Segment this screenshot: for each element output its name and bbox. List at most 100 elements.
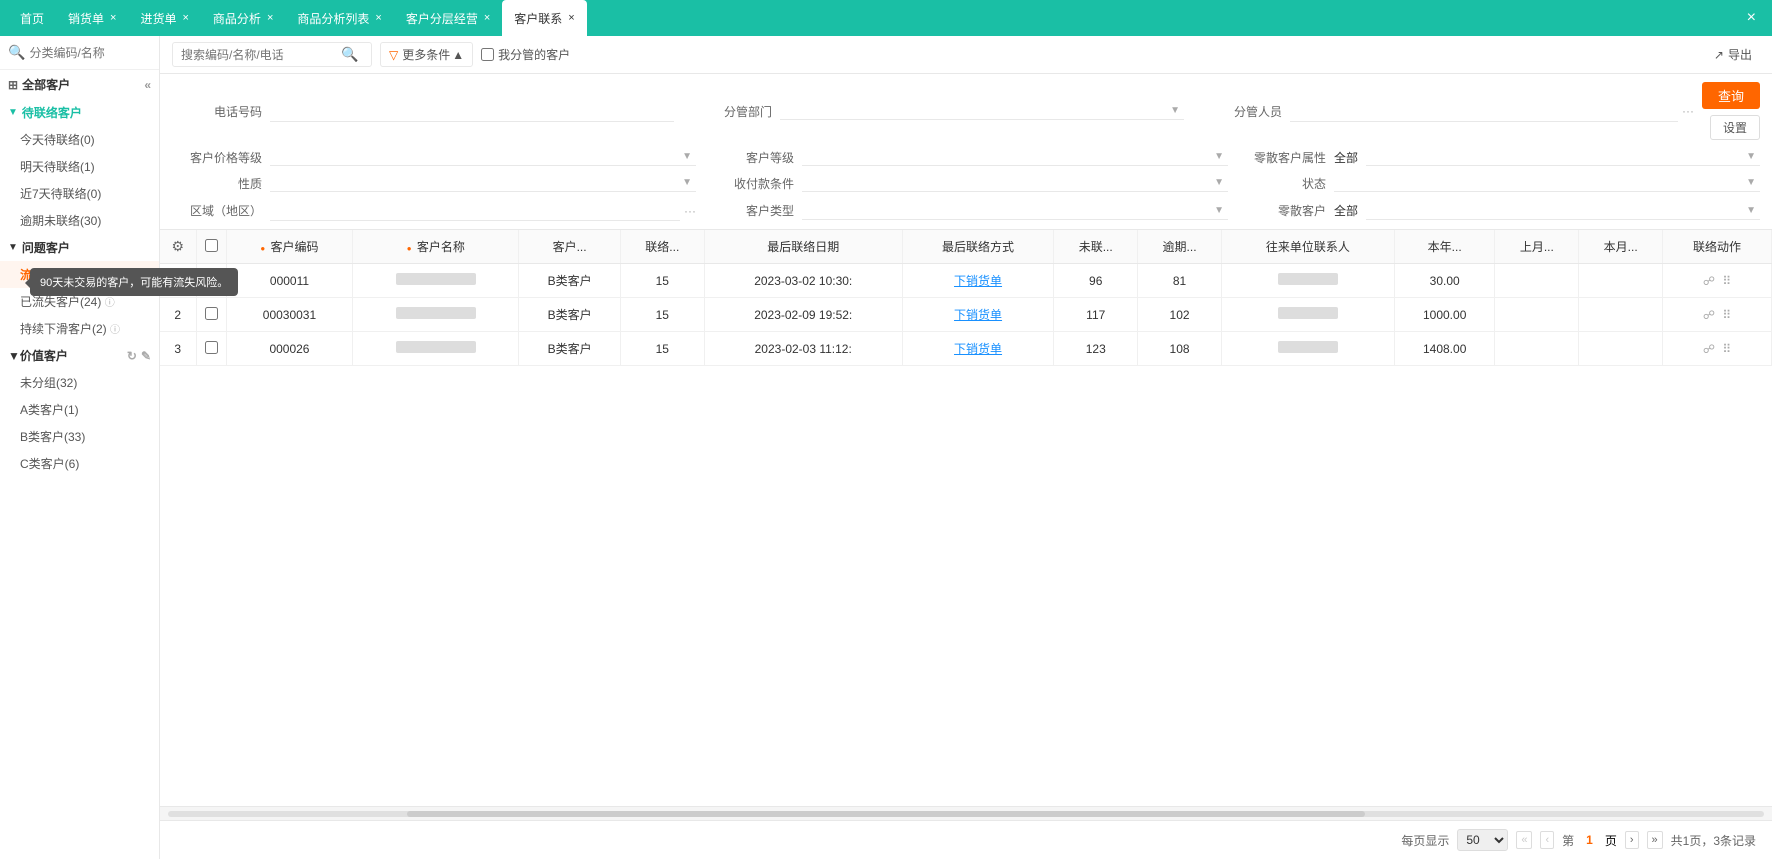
refresh-icon[interactable]: ↻ bbox=[127, 349, 137, 363]
filter-dept-select[interactable]: ▼ bbox=[780, 102, 1184, 120]
sidebar-item-overdue-pending[interactable]: 逾期未联络(30) bbox=[0, 207, 159, 234]
sidebar-item-a-class[interactable]: A类客户(1) bbox=[0, 396, 159, 423]
row-code: 00030031 bbox=[226, 298, 353, 332]
settings-col-header[interactable]: ⚙ bbox=[160, 230, 196, 264]
row-checkbox-cell[interactable] bbox=[196, 332, 226, 366]
filter-payment-select[interactable]: ▼ bbox=[802, 174, 1228, 192]
filter-price-level-select[interactable]: ▼ bbox=[270, 148, 696, 166]
checkbox-col-header[interactable] bbox=[196, 230, 226, 264]
row-last-type[interactable]: 下销货单 bbox=[902, 332, 1054, 366]
tab-home[interactable]: 首页 bbox=[8, 0, 56, 36]
row-last-type[interactable]: 下销货单 bbox=[902, 298, 1054, 332]
tab-analysis-close[interactable]: × bbox=[267, 12, 273, 24]
prev-page-button[interactable]: ‹ bbox=[1540, 831, 1554, 849]
select-all-checkbox[interactable] bbox=[205, 239, 218, 252]
row-name bbox=[353, 332, 519, 366]
close-all-button[interactable]: × bbox=[1739, 9, 1764, 27]
more-conditions-button[interactable]: ▽ 更多条件 ▲ bbox=[380, 42, 473, 67]
my-customers-checkbox[interactable] bbox=[481, 48, 494, 61]
tab-analysis[interactable]: 商品分析 × bbox=[201, 0, 285, 36]
tab-purchase[interactable]: 进货单 × bbox=[128, 0, 200, 36]
sidebar-collapse-btn[interactable]: « bbox=[144, 78, 151, 92]
tab-analysis-list[interactable]: 商品分析列表 × bbox=[285, 0, 393, 36]
search-input[interactable] bbox=[181, 48, 341, 62]
scroll-thumb[interactable] bbox=[407, 811, 1365, 817]
sidebar-all-customers[interactable]: ⊞ 全部客户 « bbox=[0, 70, 159, 99]
sidebar-item-c-class[interactable]: C类客户(6) bbox=[0, 450, 159, 477]
filter-customer-level-select[interactable]: ▼ bbox=[802, 148, 1228, 166]
table-row: 1 000011 B类客户 15 2023-03-02 10:30: 下销货单 … bbox=[160, 264, 1772, 298]
region-dots-icon[interactable]: ··· bbox=[684, 204, 696, 218]
tab-home-label: 首页 bbox=[20, 10, 44, 27]
row-checkbox-cell[interactable] bbox=[196, 264, 226, 298]
filter-region-input[interactable] bbox=[270, 200, 680, 221]
filter-customer-type-select[interactable]: ▼ bbox=[802, 202, 1228, 220]
sidebar-item-7days-pending[interactable]: 近7天待联络(0) bbox=[0, 180, 159, 207]
export-button[interactable]: ↗ 导出 bbox=[1706, 43, 1760, 66]
row-code: 000011 bbox=[226, 264, 353, 298]
row-actions[interactable]: ☍ ⠿ bbox=[1663, 264, 1772, 298]
col-header-name[interactable]: ● 客户名称 bbox=[353, 230, 519, 264]
sidebar-item-churned[interactable]: 已流失客户(24) ⓘ bbox=[0, 288, 159, 315]
row-checkbox[interactable] bbox=[205, 341, 218, 354]
row-checkbox[interactable] bbox=[205, 307, 218, 320]
tab-customer-tier[interactable]: 客户分层经营 × bbox=[394, 0, 502, 36]
tab-customer-contact-close[interactable]: × bbox=[568, 12, 574, 24]
query-button[interactable]: 查询 bbox=[1702, 82, 1760, 109]
dots-icon[interactable]: ··· bbox=[1682, 104, 1694, 118]
sidebar-item-declining[interactable]: 持续下滑客户(2) ⓘ bbox=[0, 315, 159, 342]
first-page-button[interactable]: « bbox=[1516, 831, 1532, 849]
last-page-button[interactable]: » bbox=[1647, 831, 1663, 849]
tab-customer-tier-close[interactable]: × bbox=[484, 12, 490, 24]
row-contacts: 15 bbox=[620, 298, 704, 332]
search-button[interactable]: 🔍 bbox=[341, 46, 358, 63]
more-actions-icon[interactable]: ⠿ bbox=[1722, 308, 1731, 322]
my-customers-checkbox-label[interactable]: 我分管的客户 bbox=[481, 46, 570, 63]
row-contacts: 15 bbox=[620, 332, 704, 366]
contact-icon[interactable]: ☍ bbox=[1703, 308, 1715, 322]
horizontal-scrollbar[interactable] bbox=[160, 806, 1772, 820]
row-uncontacted: 123 bbox=[1054, 332, 1138, 366]
row-this-month bbox=[1579, 332, 1663, 366]
sidebar-item-churn-warning[interactable]: 流失预警客户(3) ● bbox=[0, 261, 159, 288]
sidebar-item-tomorrow-pending[interactable]: 明天待联络(1) bbox=[0, 153, 159, 180]
filter-scatter-attr-select[interactable]: ▼ bbox=[1366, 148, 1760, 166]
settings-button[interactable]: 设置 bbox=[1710, 115, 1760, 140]
more-actions-icon[interactable]: ⠿ bbox=[1722, 342, 1731, 356]
contact-icon[interactable]: ☍ bbox=[1703, 274, 1715, 288]
sidebar-group-value[interactable]: ▼ 价值客户 ↻ ✎ bbox=[0, 342, 159, 369]
filter-nature-select[interactable]: ▼ bbox=[270, 174, 696, 192]
row-index: 2 bbox=[160, 298, 196, 332]
filter-price-level: 客户价格等级 ▼ bbox=[172, 148, 696, 166]
row-actions[interactable]: ☍ ⠿ bbox=[1663, 298, 1772, 332]
row-checkbox[interactable] bbox=[205, 273, 218, 286]
sidebar-group-problem[interactable]: ▼ 问题客户 bbox=[0, 234, 159, 261]
tab-customer-contact[interactable]: 客户联系 × bbox=[502, 0, 586, 36]
warning-icon: ● bbox=[110, 266, 116, 277]
scroll-track[interactable] bbox=[168, 811, 1764, 817]
sidebar-item-ungrouped[interactable]: 未分组(32) bbox=[0, 369, 159, 396]
more-actions-icon[interactable]: ⠿ bbox=[1722, 274, 1731, 288]
col-header-code[interactable]: ● 客户编码 bbox=[226, 230, 353, 264]
row-actions[interactable]: ☍ ⠿ bbox=[1663, 332, 1772, 366]
contact-icon[interactable]: ☍ bbox=[1703, 342, 1715, 356]
row-name bbox=[353, 298, 519, 332]
filter-retail-select[interactable]: ▼ bbox=[1366, 202, 1760, 220]
per-page-select[interactable]: 50 100 200 bbox=[1457, 829, 1508, 851]
row-checkbox-cell[interactable] bbox=[196, 298, 226, 332]
tab-sales-close[interactable]: × bbox=[110, 12, 116, 24]
filter-person-input[interactable] bbox=[1290, 101, 1678, 122]
settings-col-icon[interactable]: ⚙ bbox=[171, 238, 184, 254]
sidebar-item-b-class[interactable]: B类客户(33) bbox=[0, 423, 159, 450]
sidebar-group-pending[interactable]: ▼ 待联络客户 bbox=[0, 99, 159, 126]
sidebar-item-today-pending[interactable]: 今天待联络(0) bbox=[0, 126, 159, 153]
row-last-type[interactable]: 下销货单 bbox=[902, 264, 1054, 298]
tab-sales[interactable]: 销货单 × bbox=[56, 0, 128, 36]
filter-phone-input[interactable] bbox=[270, 101, 674, 122]
edit-icon[interactable]: ✎ bbox=[141, 349, 151, 363]
filter-status-select[interactable]: ▼ bbox=[1334, 174, 1760, 192]
tab-analysis-list-close[interactable]: × bbox=[375, 12, 381, 24]
next-page-button[interactable]: › bbox=[1625, 831, 1639, 849]
sidebar-search-input[interactable] bbox=[29, 46, 160, 60]
tab-purchase-close[interactable]: × bbox=[182, 12, 188, 24]
